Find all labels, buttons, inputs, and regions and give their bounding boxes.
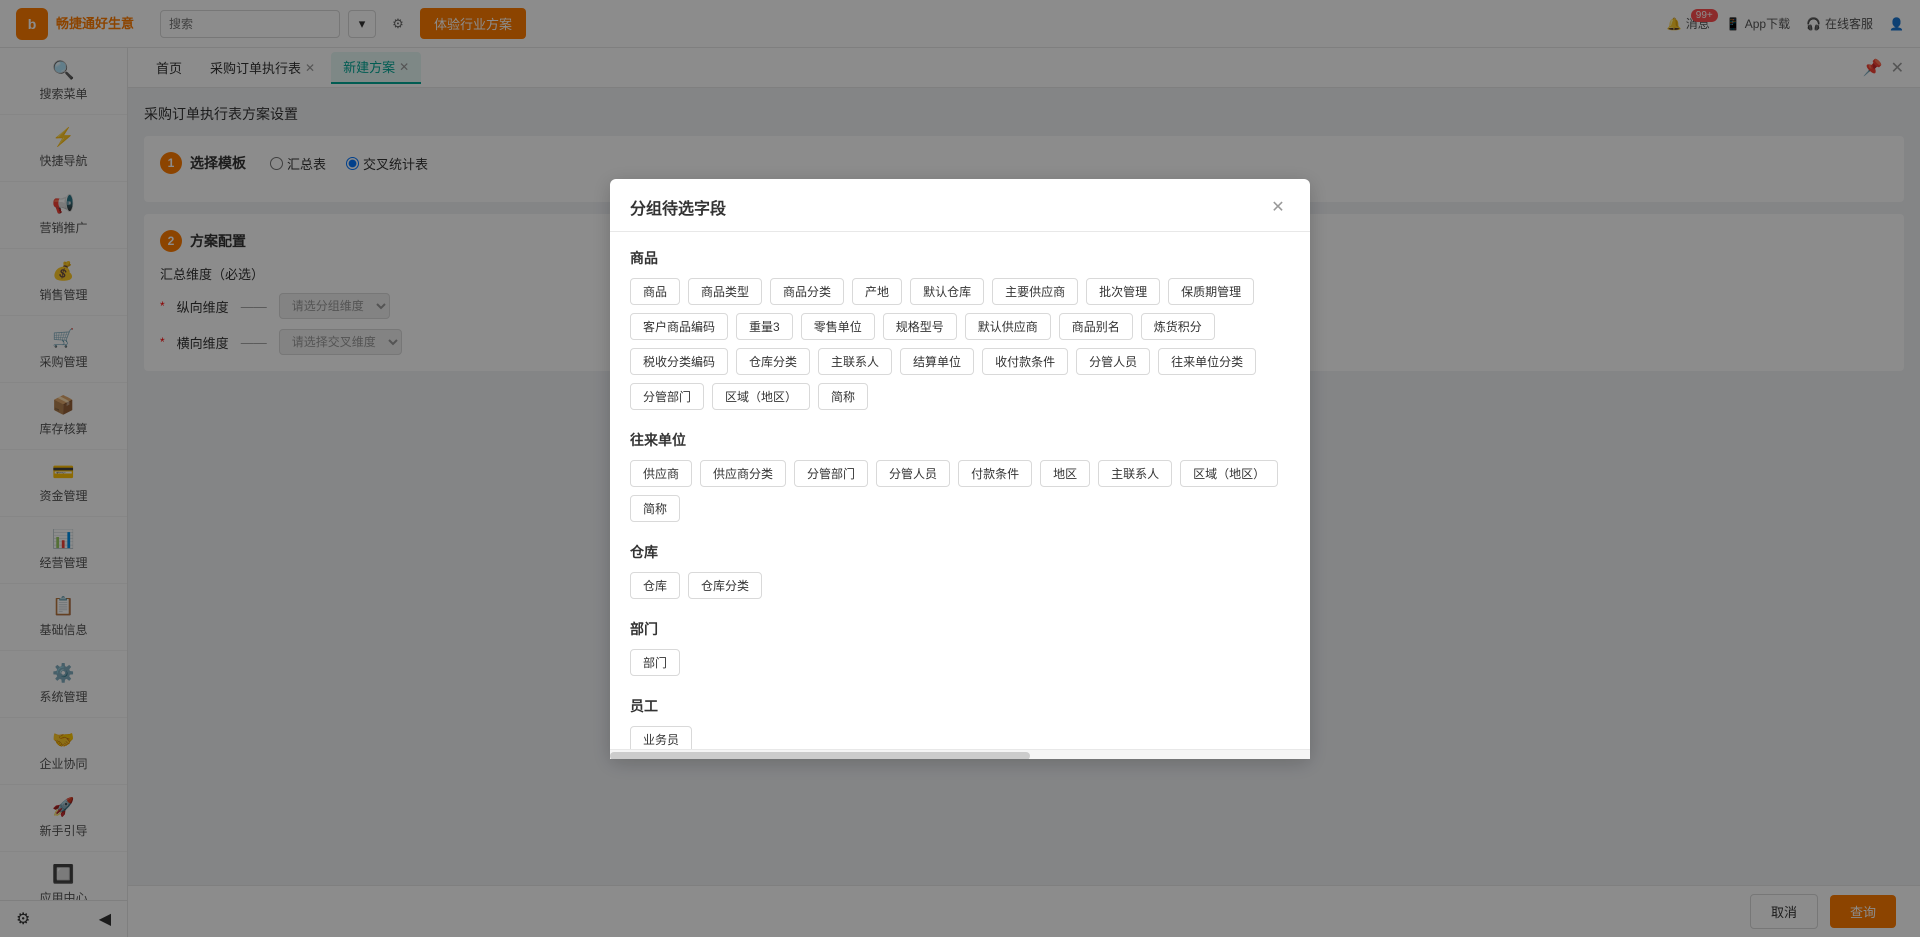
field-tag[interactable]: 商品类型 xyxy=(688,278,762,305)
modal-horizontal-scrollbar[interactable] xyxy=(610,749,1310,758)
field-tag[interactable]: 主要供应商 xyxy=(992,278,1078,305)
field-group-title-partner: 往来单位 xyxy=(630,430,1290,450)
field-tags-goods: 商品 商品类型 商品分类 产地 默认仓库 主要供应商 批次管理 保质期管理 客户… xyxy=(630,278,1290,410)
field-tags-partner: 供应商 供应商分类 分管部门 分管人员 付款条件 地区 主联系人 区域（地区） … xyxy=(630,460,1290,522)
field-group-goods: 商品 商品 商品类型 商品分类 产地 默认仓库 主要供应商 批次管理 保质期管理… xyxy=(630,248,1290,410)
field-tag[interactable]: 分管人员 xyxy=(1076,348,1150,375)
field-tag[interactable]: 地区 xyxy=(1040,460,1090,487)
field-tag[interactable]: 简称 xyxy=(630,495,680,522)
field-tag[interactable]: 商品 xyxy=(630,278,680,305)
field-group-partner: 往来单位 供应商 供应商分类 分管部门 分管人员 付款条件 地区 主联系人 区域… xyxy=(630,430,1290,522)
field-tag[interactable]: 批次管理 xyxy=(1086,278,1160,305)
field-tag[interactable]: 往来单位分类 xyxy=(1158,348,1256,375)
field-tag[interactable]: 主联系人 xyxy=(1098,460,1172,487)
field-tag[interactable]: 炼货积分 xyxy=(1141,313,1215,340)
field-tag[interactable]: 零售单位 xyxy=(801,313,875,340)
modal-hscroll-thumb xyxy=(610,752,1030,758)
modal-overlay: 分组待选字段 ✕ 商品 商品 商品类型 商品分类 产地 默认仓库 主要供应商 批… xyxy=(0,0,1920,937)
field-tag[interactable]: 结算单位 xyxy=(900,348,974,375)
field-tag[interactable]: 仓库分类 xyxy=(688,572,762,599)
field-tag[interactable]: 客户商品编码 xyxy=(630,313,728,340)
field-tag[interactable]: 仓库分类 xyxy=(736,348,810,375)
field-group-title-warehouse: 仓库 xyxy=(630,542,1290,562)
field-tags-warehouse: 仓库 仓库分类 xyxy=(630,572,1290,599)
field-tag[interactable]: 分管部门 xyxy=(630,383,704,410)
field-group-title-goods: 商品 xyxy=(630,248,1290,268)
field-tag[interactable]: 简称 xyxy=(818,383,868,410)
field-tag[interactable]: 产地 xyxy=(852,278,902,305)
field-tag[interactable]: 主联系人 xyxy=(818,348,892,375)
field-group-department: 部门 部门 xyxy=(630,619,1290,676)
field-tag[interactable]: 保质期管理 xyxy=(1168,278,1254,305)
modal-header: 分组待选字段 ✕ xyxy=(610,179,1310,232)
modal-title: 分组待选字段 xyxy=(630,195,726,219)
field-tag[interactable]: 分管部门 xyxy=(794,460,868,487)
field-select-modal: 分组待选字段 ✕ 商品 商品 商品类型 商品分类 产地 默认仓库 主要供应商 批… xyxy=(610,179,1310,759)
field-group-title-department: 部门 xyxy=(630,619,1290,639)
field-tag[interactable]: 供应商 xyxy=(630,460,692,487)
field-tag[interactable]: 规格型号 xyxy=(883,313,957,340)
field-tag[interactable]: 收付款条件 xyxy=(982,348,1068,375)
modal-body: 商品 商品 商品类型 商品分类 产地 默认仓库 主要供应商 批次管理 保质期管理… xyxy=(610,232,1310,750)
field-group-warehouse: 仓库 仓库 仓库分类 xyxy=(630,542,1290,599)
field-tags-department: 部门 xyxy=(630,649,1290,676)
field-tag[interactable]: 默认仓库 xyxy=(910,278,984,305)
field-tag[interactable]: 分管人员 xyxy=(876,460,950,487)
field-tag[interactable]: 仓库 xyxy=(630,572,680,599)
field-tag[interactable]: 重量3 xyxy=(736,313,793,340)
field-tag[interactable]: 商品分类 xyxy=(770,278,844,305)
field-tag[interactable]: 付款条件 xyxy=(958,460,1032,487)
field-group-title-employee: 员工 xyxy=(630,696,1290,716)
modal-close-button[interactable]: ✕ xyxy=(1266,195,1290,219)
field-tags-employee: 业务员 xyxy=(630,726,1290,750)
field-tag[interactable]: 税收分类编码 xyxy=(630,348,728,375)
field-tag[interactable]: 默认供应商 xyxy=(965,313,1051,340)
field-tag[interactable]: 部门 xyxy=(630,649,680,676)
field-tag[interactable]: 区域（地区） xyxy=(1180,460,1278,487)
field-tag[interactable]: 商品别名 xyxy=(1059,313,1133,340)
field-group-employee: 员工 业务员 xyxy=(630,696,1290,750)
field-tag[interactable]: 区域（地区） xyxy=(712,383,810,410)
field-tag[interactable]: 供应商分类 xyxy=(700,460,786,487)
field-tag[interactable]: 业务员 xyxy=(630,726,692,750)
